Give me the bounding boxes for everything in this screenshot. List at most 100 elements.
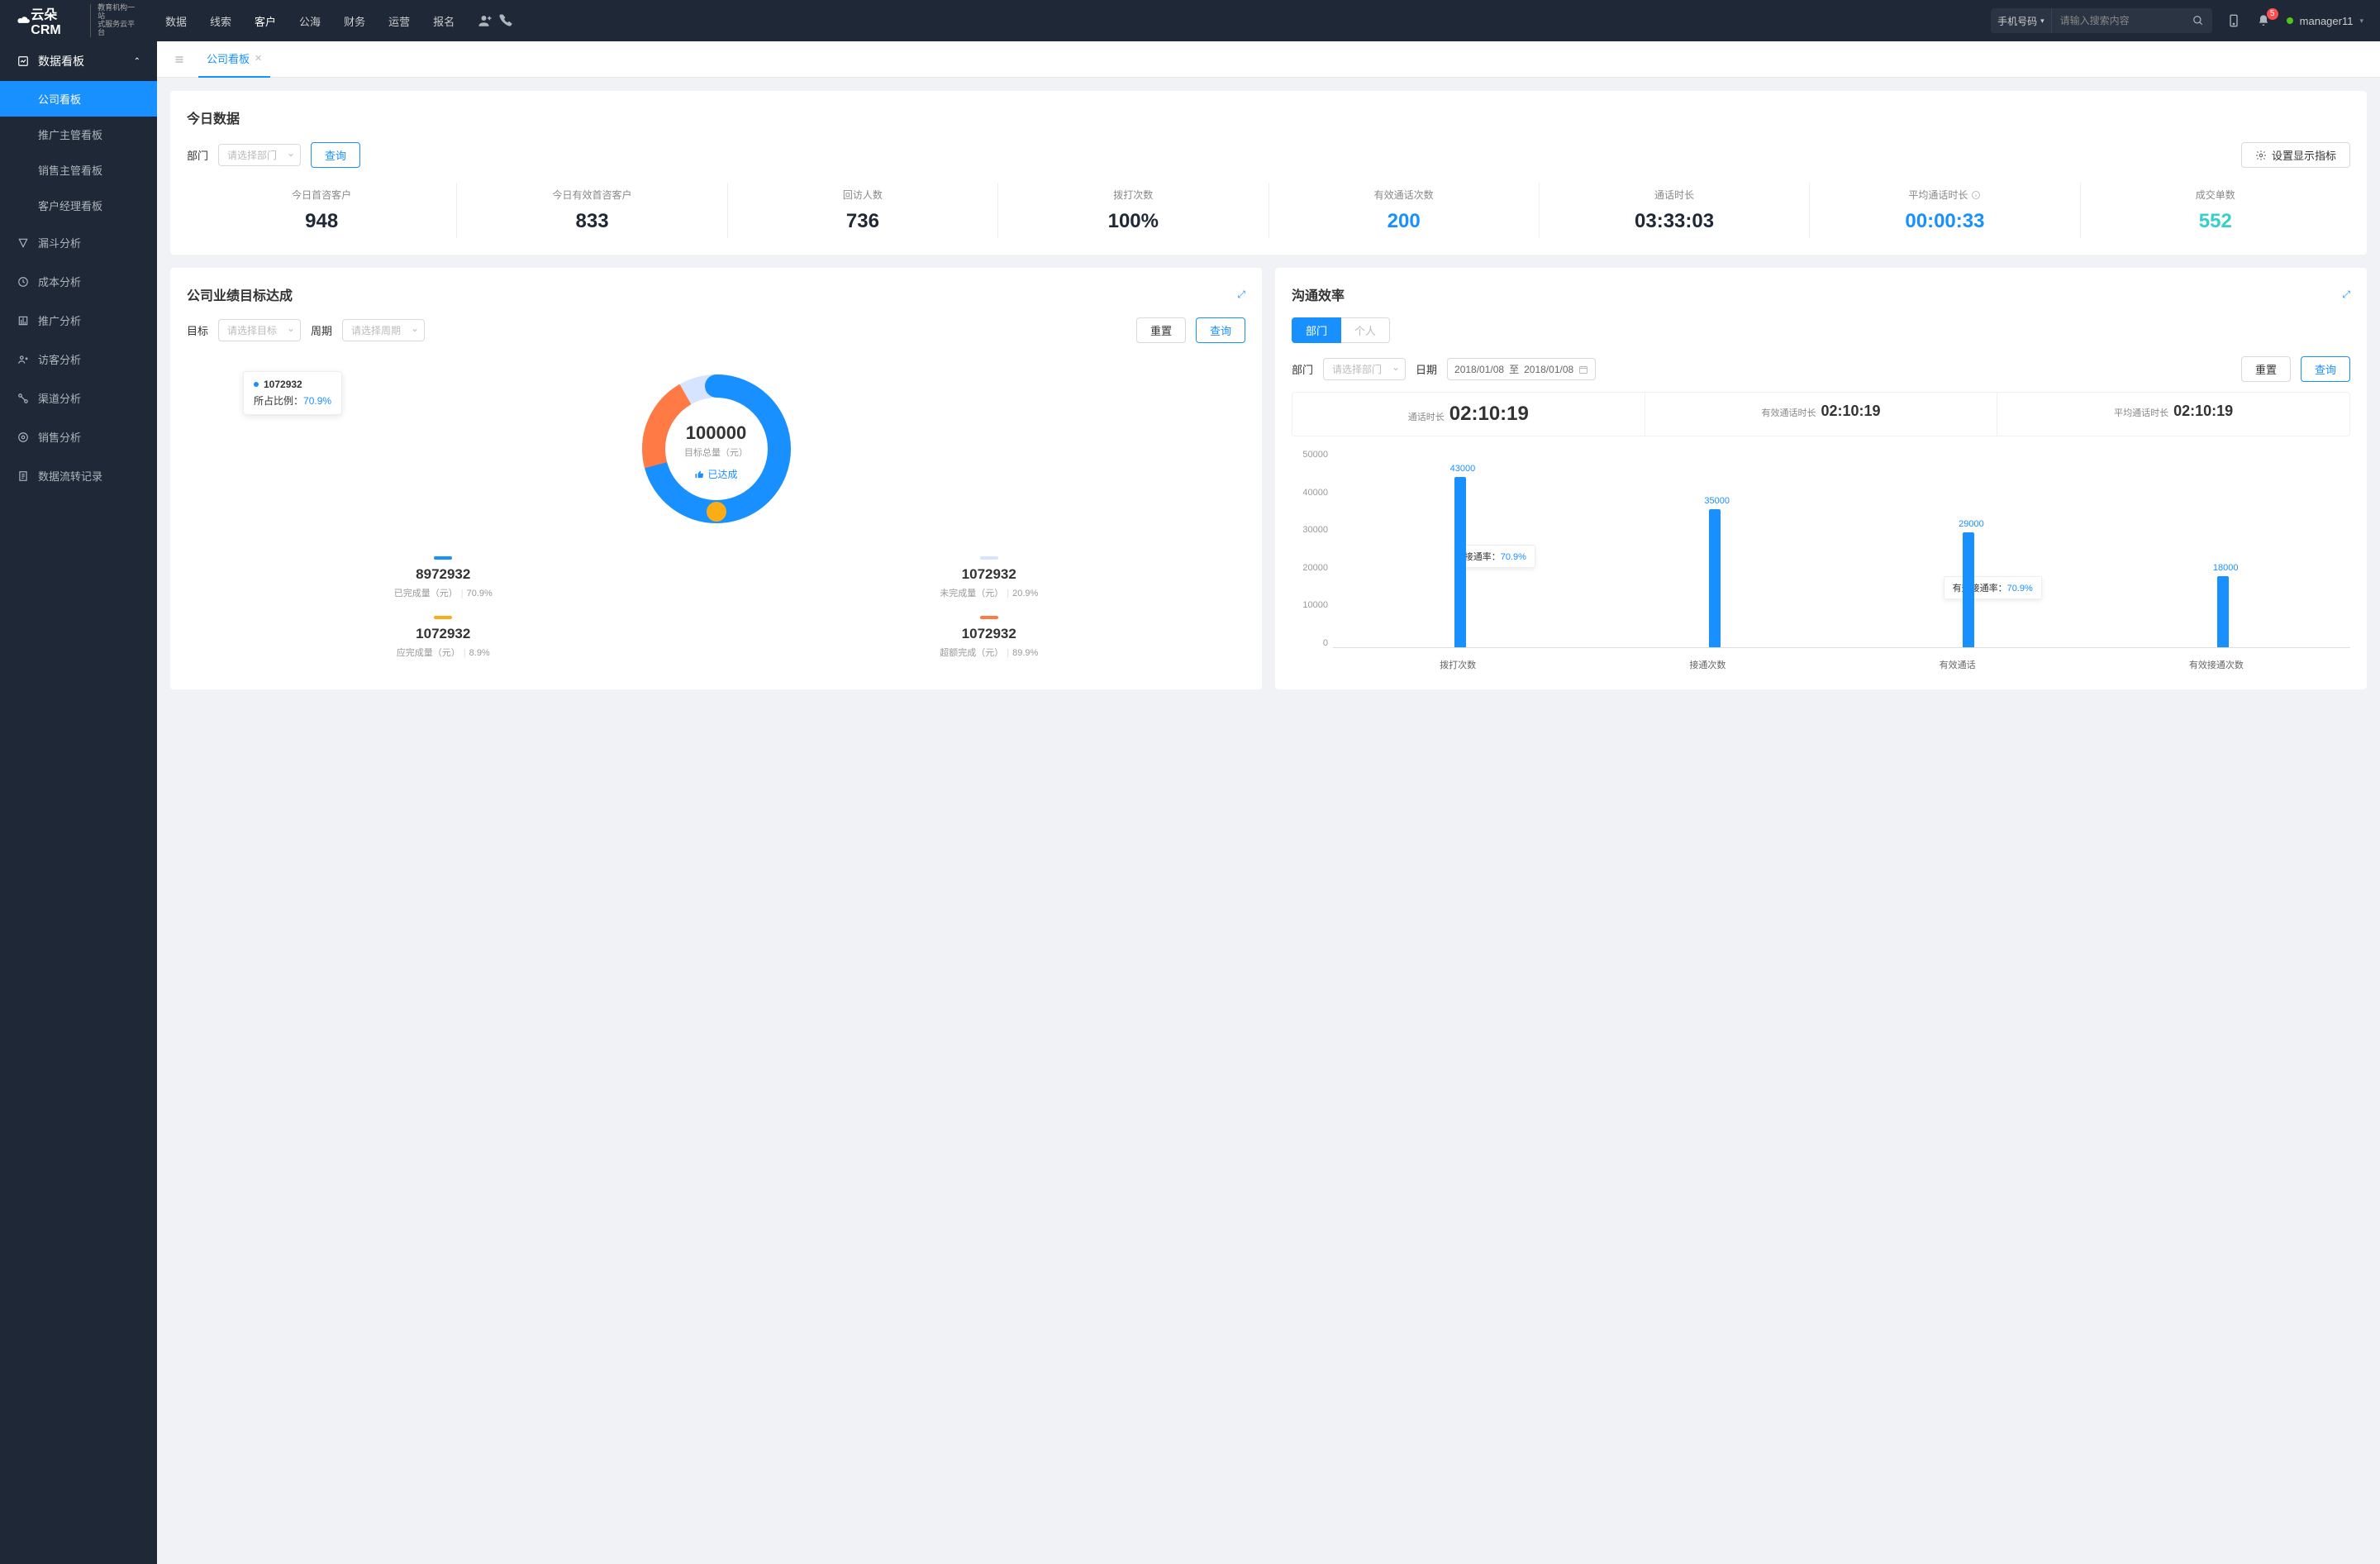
stat-0: 通话时长02:10:19 <box>1292 393 1645 436</box>
sidebar-item-4[interactable]: 渠道分析 <box>0 379 157 417</box>
dept-select[interactable]: 请选择部门 <box>218 144 301 166</box>
search-type-select[interactable]: 手机号码▾ <box>1991 8 2052 33</box>
legend-3: 1072932超额完成（元）|89.9% <box>733 616 1246 659</box>
period-label: 周期 <box>311 322 332 338</box>
expand-icon-2[interactable]: ⤢ <box>2342 288 2350 301</box>
main-nav: 数据 线索 客户 公海 财务 运营 报名 <box>165 13 455 29</box>
sidebar-item-3[interactable]: 访客分析 <box>0 340 157 379</box>
user-menu[interactable]: manager11 ▾ <box>2287 15 2363 27</box>
today-card: 今日数据 部门 请选择部门 查询 设置显示指标 今日首咨客户948今日有效首咨客… <box>170 91 2367 255</box>
query-button[interactable]: 查询 <box>311 142 360 168</box>
donut-value: 100000 <box>684 422 748 444</box>
bar-0: 43000 <box>1454 477 1466 647</box>
metric-1: 今日有效首咨客户833 <box>457 183 727 238</box>
legend-2: 1072932应完成量（元）|8.9% <box>187 616 700 659</box>
donut-tooltip: 1072932 所占比例：70.9% <box>243 371 342 415</box>
sidebar-icon-1 <box>17 275 30 288</box>
date-label: 日期 <box>1416 361 1437 377</box>
period-select[interactable]: 请选择周期 <box>342 319 425 341</box>
sidebar-item-5[interactable]: 销售分析 <box>0 417 157 456</box>
search-button[interactable] <box>2184 15 2212 26</box>
seg-1[interactable]: 个人 <box>1341 317 1390 343</box>
metric-3: 拨打次数100% <box>998 183 1269 238</box>
query-button-3[interactable]: 查询 <box>2301 356 2350 382</box>
sidebar-sub-1[interactable]: 推广主管看板 <box>0 117 157 152</box>
bar-chart: 50000400003000020000100000 接通率：70.9% 有效接… <box>1292 450 2350 673</box>
sidebar-item-6[interactable]: 数据流转记录 <box>0 456 157 495</box>
comm-title: 沟通效率 <box>1292 284 1345 304</box>
sidebar-sub-0[interactable]: 公司看板 <box>0 81 157 117</box>
nav-item-4[interactable]: 财务 <box>344 13 365 29</box>
sidebar-sub-3[interactable]: 客户经理看板 <box>0 188 157 223</box>
nav-item-0[interactable]: 数据 <box>165 13 187 29</box>
goal-select[interactable]: 请选择目标 <box>218 319 301 341</box>
nav-item-3[interactable]: 公海 <box>299 13 321 29</box>
goal-label: 目标 <box>187 322 208 338</box>
logo-subtitle: 教育机构一站式服务云平台 <box>90 4 140 37</box>
sidebar-item-0[interactable]: 漏斗分析 <box>0 223 157 262</box>
search-box: 手机号码▾ <box>1991 8 2212 33</box>
metric-4: 有效通话次数200 <box>1269 183 1540 238</box>
close-icon[interactable]: ✕ <box>255 53 262 64</box>
bell-icon[interactable]: 5 <box>2257 13 2272 28</box>
segment-control: 部门个人 <box>1292 317 1390 343</box>
bar-2: 29000 <box>1963 532 1974 647</box>
comm-stats: 通话时长02:10:19有效通话时长02:10:19平均通话时长02:10:19 <box>1292 392 2350 436</box>
logo-mark: 云朵CRM <box>17 3 85 38</box>
metric-6: 平均通话时长00:00:33 <box>1810 183 2080 238</box>
nav-item-5[interactable]: 运营 <box>388 13 410 29</box>
top-header: 云朵CRM 教育机构一站式服务云平台 数据 线索 客户 公海 财务 运营 报名 手机号码▾ … <box>0 0 2380 41</box>
target-card: 公司业绩目标达成 ⤢ 目标 请选择目标 周期 请选择周期 重置 查询 <box>170 268 1262 689</box>
sidebar-icon-5 <box>17 431 30 444</box>
sidebar-item-2[interactable]: 推广分析 <box>0 301 157 340</box>
expand-icon[interactable]: ⤢ <box>1237 288 1245 301</box>
dept-select-2[interactable]: 请选择部门 <box>1323 358 1406 380</box>
gear-icon <box>2255 150 2267 161</box>
chevron-down-icon: ▾ <box>2359 17 2363 26</box>
logo: 云朵CRM 教育机构一站式服务云平台 <box>17 3 140 38</box>
sidebar-item-1[interactable]: 成本分析 <box>0 262 157 301</box>
query-button-2[interactable]: 查询 <box>1196 317 1245 343</box>
legend-0: 8972932已完成量（元）|70.9% <box>187 556 700 599</box>
add-user-icon[interactable] <box>478 13 493 28</box>
legend-1: 1072932未完成量（元）|20.9% <box>733 556 1246 599</box>
seg-0[interactable]: 部门 <box>1292 317 1341 343</box>
reset-button-2[interactable]: 重置 <box>2241 356 2291 382</box>
info-icon <box>1971 190 1981 200</box>
x-tick: 有效通话 <box>1940 658 1976 673</box>
header-right: 手机号码▾ 5 manager11 ▾ <box>1991 8 2363 33</box>
cloud-icon <box>17 15 31 26</box>
tab-company-board[interactable]: 公司看板 ✕ <box>198 41 270 78</box>
chevron-up-icon: ⌃ <box>134 57 140 66</box>
mobile-icon[interactable] <box>2227 13 2242 28</box>
nav-item-1[interactable]: 线索 <box>210 13 231 29</box>
metric-5: 通话时长03:33:03 <box>1540 183 1810 238</box>
phone-icon[interactable] <box>499 13 514 28</box>
nav-item-6[interactable]: 报名 <box>433 13 455 29</box>
sidebar: 数据看板 ⌃ 公司看板推广主管看板销售主管看板客户经理看板 漏斗分析成本分析推广… <box>0 41 157 1564</box>
bar-1: 35000 <box>1709 509 1721 647</box>
x-tick: 拨打次数 <box>1440 658 1476 673</box>
sidebar-sub-2[interactable]: 销售主管看板 <box>0 152 157 188</box>
metrics-row: 今日首咨客户948今日有效首咨客户833回访人数736拨打次数100%有效通话次… <box>187 183 2350 238</box>
date-range-input[interactable]: 2018/01/08 至 2018/01/08 <box>1447 358 1596 380</box>
dept-label-2: 部门 <box>1292 361 1313 377</box>
metric-7: 成交单数552 <box>2081 183 2350 238</box>
bar-3: 18000 <box>2217 576 2229 647</box>
sidebar-icon-2 <box>17 314 30 327</box>
tab-label: 公司看板 <box>207 50 250 66</box>
x-tick: 有效接通次数 <box>2189 658 2244 673</box>
settings-button[interactable]: 设置显示指标 <box>2241 142 2350 168</box>
nav-item-2[interactable]: 客户 <box>255 13 276 29</box>
collapse-icon[interactable] <box>165 55 193 64</box>
metric-0: 今日首咨客户948 <box>187 183 457 238</box>
search-input[interactable] <box>2052 15 2184 26</box>
dashboard-icon <box>17 55 30 68</box>
donut-status: 已达成 <box>684 467 748 481</box>
metric-2: 回访人数736 <box>728 183 998 238</box>
reset-button[interactable]: 重置 <box>1136 317 1186 343</box>
sidebar-group-dashboards[interactable]: 数据看板 ⌃ <box>0 41 157 81</box>
dept-label: 部门 <box>187 147 208 163</box>
stat-1: 有效通话时长02:10:19 <box>1645 393 1998 436</box>
comm-card: 沟通效率 ⤢ 部门个人 部门 请选择部门 日期 2018/01/08 至 201… <box>1275 268 2367 689</box>
